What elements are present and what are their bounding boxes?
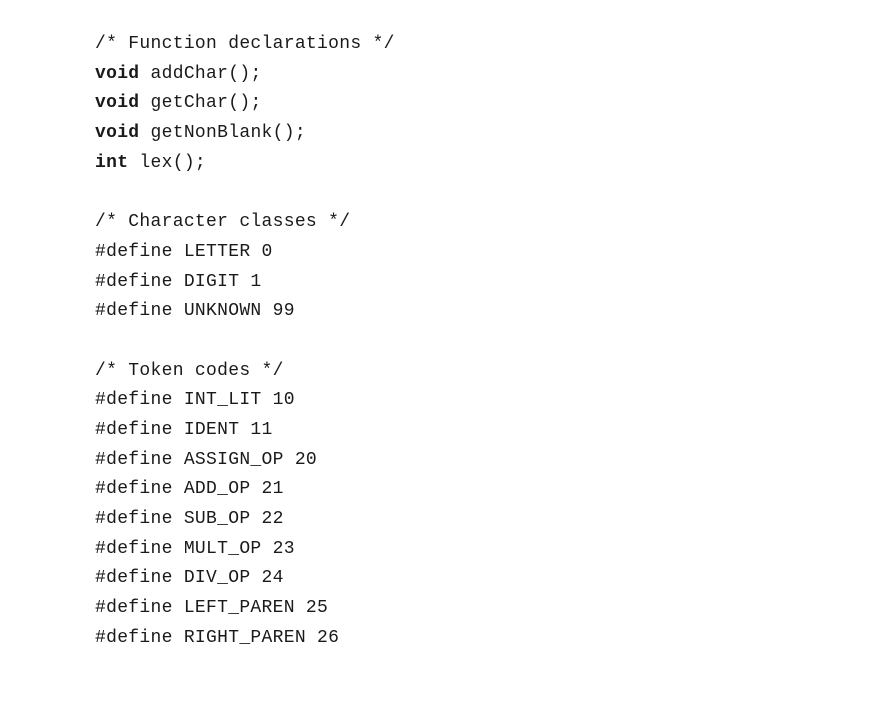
code-line: #define RIGHT_PAREN 26 [95,624,878,654]
code-line: void addChar(); [95,60,878,90]
code-line: #define MULT_OP 23 [95,535,878,565]
code-text: #define MULT_OP 23 [95,539,295,559]
code-line: #define IDENT 11 [95,416,878,446]
code-text: #define DIV_OP 24 [95,568,284,588]
code-line: /* Token codes */ [95,357,878,387]
code-line: #define LEFT_PAREN 25 [95,594,878,624]
code-text: getChar(); [139,93,261,113]
code-text: #define RIGHT_PAREN 26 [95,628,339,648]
code-text: #define UNKNOWN 99 [95,301,295,321]
code-text: #define ADD_OP 21 [95,479,284,499]
code-line: #define ADD_OP 21 [95,475,878,505]
code-text: #define SUB_OP 22 [95,509,284,529]
code-text: #define IDENT 11 [95,420,273,440]
code-line [95,178,878,208]
code-line: #define SUB_OP 22 [95,505,878,535]
keyword-token: void [95,93,139,113]
code-line [95,327,878,357]
code-line: #define INT_LIT 10 [95,386,878,416]
code-line: #define ASSIGN_OP 20 [95,446,878,476]
keyword-token: int [95,153,128,173]
code-text: #define INT_LIT 10 [95,390,295,410]
code-text: /* Character classes */ [95,212,350,232]
code-line: #define UNKNOWN 99 [95,297,878,327]
code-text: /* Function declarations */ [95,34,395,54]
code-text: /* Token codes */ [95,361,284,381]
code-text: #define DIGIT 1 [95,272,262,292]
code-line: #define DIV_OP 24 [95,564,878,594]
code-line: #define DIGIT 1 [95,268,878,298]
code-line: #define LETTER 0 [95,238,878,268]
code-line: int lex(); [95,149,878,179]
code-text: addChar(); [139,64,261,84]
code-text: getNonBlank(); [139,123,306,143]
code-text: #define LETTER 0 [95,242,273,262]
code-text: #define LEFT_PAREN 25 [95,598,328,618]
code-line: /* Function declarations */ [95,30,878,60]
keyword-token: void [95,64,139,84]
keyword-token: void [95,123,139,143]
code-block: /* Function declarations */ void addChar(… [0,0,878,653]
code-line: /* Character classes */ [95,208,878,238]
code-line: void getChar(); [95,89,878,119]
code-line: void getNonBlank(); [95,119,878,149]
code-text: lex(); [128,153,206,173]
code-text: #define ASSIGN_OP 20 [95,450,317,470]
